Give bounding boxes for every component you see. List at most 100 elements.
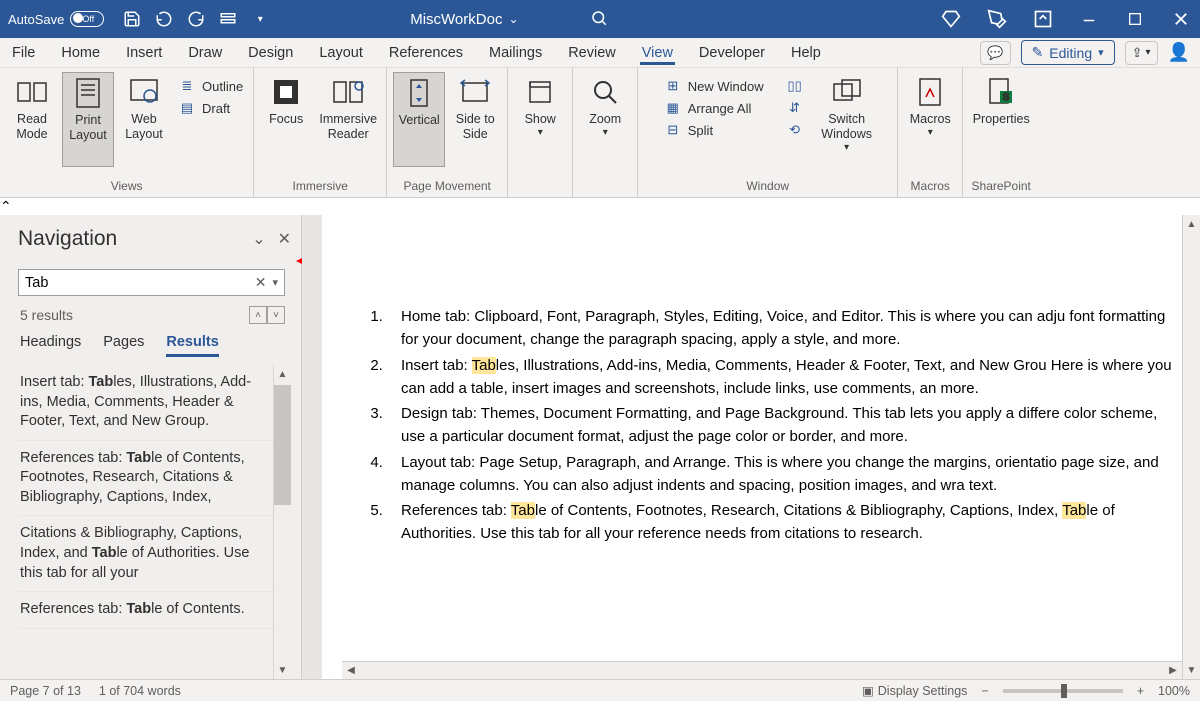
sync-scrolling-button[interactable]: ⇵: [782, 98, 808, 118]
nav-tab-results[interactable]: Results: [166, 334, 218, 357]
nav-close-icon[interactable]: ✕: [278, 229, 291, 249]
tab-references[interactable]: References: [387, 41, 465, 65]
customize-qat-icon[interactable]: [218, 9, 238, 29]
scroll-down-icon[interactable]: ▼: [274, 661, 291, 679]
scroll-up-icon[interactable]: ▲: [274, 365, 291, 383]
maximize-icon[interactable]: [1124, 8, 1146, 30]
macros-icon: [914, 76, 946, 108]
focus-button[interactable]: Focus: [260, 72, 312, 167]
tab-file[interactable]: File: [10, 41, 37, 65]
show-button[interactable]: Show ▾: [514, 72, 566, 167]
immersive-reader-button[interactable]: Immersive Reader: [316, 72, 380, 167]
nav-tab-headings[interactable]: Headings: [20, 334, 81, 357]
split-button[interactable]: ⊟Split: [660, 120, 768, 140]
toggle-off-icon[interactable]: [70, 11, 104, 27]
search-dropdown-icon[interactable]: ▾: [272, 276, 278, 289]
zoom-in-icon[interactable]: +: [1133, 684, 1148, 698]
show-label: Show: [525, 112, 556, 127]
arrange-all-button[interactable]: ▦Arrange All: [660, 98, 768, 118]
nav-result-item[interactable]: Insert tab: Tables, Illustrations, Add-i…: [18, 365, 273, 441]
tab-draw[interactable]: Draw: [186, 41, 224, 65]
zoom-out-icon[interactable]: −: [977, 684, 992, 698]
previous-result-icon[interactable]: ˄: [249, 306, 267, 324]
scroll-left-icon[interactable]: ◀: [342, 662, 360, 679]
tab-mailings[interactable]: Mailings: [487, 41, 544, 65]
zoom-level[interactable]: 100%: [1158, 684, 1190, 698]
document-page[interactable]: Home tab: Clipboard, Font, Paragraph, St…: [322, 215, 1182, 661]
properties-button[interactable]: S Properties: [969, 72, 1033, 167]
tab-help[interactable]: Help: [789, 41, 823, 65]
switch-windows-button[interactable]: Switch Windows ▾: [812, 72, 882, 167]
undo-icon[interactable]: [154, 9, 174, 29]
qat-dropdown-icon[interactable]: ▾: [250, 9, 270, 29]
tab-home[interactable]: Home: [59, 41, 102, 65]
save-icon[interactable]: [122, 9, 142, 29]
view-side-by-side-button[interactable]: ▯▯: [782, 76, 808, 96]
tab-insert[interactable]: Insert: [124, 41, 164, 65]
document-title[interactable]: MiscWorkDoc ⌄: [410, 11, 518, 28]
pen-icon[interactable]: [986, 8, 1008, 30]
draft-button[interactable]: ▤Draft: [174, 98, 247, 118]
web-layout-label: Web Layout: [124, 112, 164, 142]
nav-search-box[interactable]: ✕ ▾: [18, 269, 285, 296]
status-page[interactable]: Page 7 of 13: [10, 684, 81, 698]
horizontal-scrollbar[interactable]: ◀ ▶: [342, 661, 1182, 679]
share-icon: ⇪: [1132, 45, 1143, 61]
scroll-right-icon[interactable]: ▶: [1164, 662, 1182, 679]
vertical-button[interactable]: Vertical: [393, 72, 445, 167]
collapse-ribbon-icon[interactable]: ⌃: [0, 198, 12, 214]
share-button[interactable]: ⇪▾: [1125, 41, 1158, 65]
redo-icon[interactable]: [186, 9, 206, 29]
print-layout-button[interactable]: Print Layout: [62, 72, 114, 167]
sync-scroll-icon: ⇵: [786, 100, 804, 116]
nav-result-item[interactable]: Citations & Bibliography, Captions, Inde…: [18, 516, 273, 592]
account-icon[interactable]: 👤: [1168, 42, 1190, 63]
clear-search-icon[interactable]: ✕: [255, 274, 267, 291]
reset-window-button[interactable]: ⟲: [782, 120, 808, 140]
nav-results-list: Insert tab: Tables, Illustrations, Add-i…: [18, 365, 291, 679]
zoom-button[interactable]: Zoom ▾: [579, 72, 631, 167]
tab-view[interactable]: View: [640, 41, 675, 65]
tab-review[interactable]: Review: [566, 41, 618, 65]
tab-developer[interactable]: Developer: [697, 41, 767, 65]
autosave-label: AutoSave: [8, 12, 64, 27]
web-layout-button[interactable]: Web Layout: [118, 72, 170, 167]
ribbon-display-icon[interactable]: [1032, 8, 1054, 30]
read-mode-button[interactable]: Read Mode: [6, 72, 58, 167]
editing-mode-button[interactable]: ✎ Editing ▾: [1021, 40, 1115, 65]
display-settings-button[interactable]: ▣Display Settings: [862, 683, 967, 698]
window-controls: [940, 8, 1192, 30]
ribbon-group-zoom: Zoom ▾ .: [573, 68, 638, 197]
side-by-side-icon: ▯▯: [786, 78, 804, 94]
quick-access-toolbar: AutoSave Off ▾: [8, 9, 270, 29]
next-result-icon[interactable]: ˅: [267, 306, 285, 324]
autosave-toggle[interactable]: AutoSave Off: [8, 11, 94, 27]
search-button[interactable]: [589, 8, 609, 30]
nav-tab-pages[interactable]: Pages: [103, 334, 144, 357]
nav-tabs: Headings Pages Results: [18, 334, 291, 365]
nav-result-item[interactable]: References tab: Table of Contents, Footn…: [18, 441, 273, 517]
outline-button[interactable]: ≣Outline: [174, 76, 247, 96]
close-icon[interactable]: [1170, 8, 1192, 30]
scroll-up-icon[interactable]: ▲: [1183, 215, 1200, 233]
nav-scrollbar[interactable]: ▲ ▼: [273, 365, 291, 679]
status-words[interactable]: 1 of 704 words: [99, 684, 181, 698]
tab-layout[interactable]: Layout: [317, 41, 365, 65]
zoom-slider-knob[interactable]: [1061, 684, 1067, 698]
nav-dropdown-icon[interactable]: ⌄: [252, 229, 265, 249]
diamond-icon[interactable]: [940, 8, 962, 30]
scroll-thumb[interactable]: [274, 385, 291, 505]
nav-search-input[interactable]: [25, 275, 255, 291]
tab-design[interactable]: Design: [246, 41, 295, 65]
vertical-scrollbar[interactable]: ▲ ▼: [1182, 215, 1200, 679]
new-window-button[interactable]: ⊞New Window: [660, 76, 768, 96]
scroll-down-icon[interactable]: ▼: [1183, 661, 1200, 679]
nav-result-item[interactable]: References tab: Table of Contents.: [18, 592, 273, 629]
comments-button[interactable]: 💬: [980, 41, 1010, 65]
macros-button[interactable]: Macros ▾: [904, 72, 956, 167]
minimize-icon[interactable]: [1078, 8, 1100, 30]
print-layout-icon: [72, 77, 104, 109]
zoom-slider[interactable]: [1003, 689, 1123, 693]
chevron-down-icon: ⌄: [508, 12, 518, 26]
side-to-side-button[interactable]: Side to Side: [449, 72, 501, 167]
